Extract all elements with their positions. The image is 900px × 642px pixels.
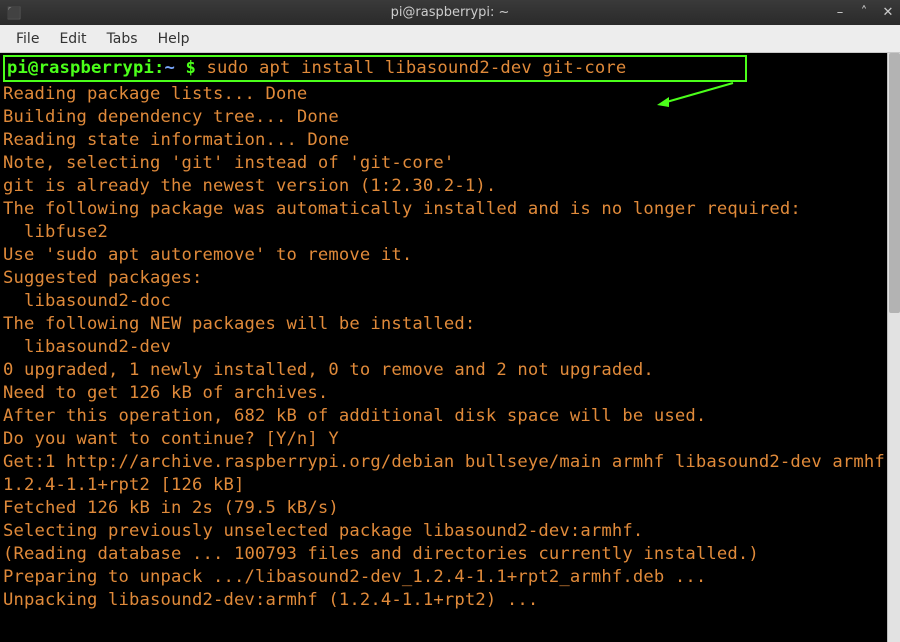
output-line: Reading state information... Done xyxy=(3,130,349,150)
prompt-sep: : xyxy=(154,58,165,78)
output-line: Preparing to unpack .../libasound2-dev_1… xyxy=(3,567,706,587)
window-controls: – ˄ ✕ xyxy=(832,5,896,21)
terminal[interactable]: pi@raspberrypi:~ $ sudo apt install liba… xyxy=(0,53,900,642)
output-line: Use 'sudo apt autoremove' to remove it. xyxy=(3,245,412,265)
app-icon: ⬛ xyxy=(6,5,22,21)
scrollbar[interactable] xyxy=(887,53,900,642)
output-line: libfuse2 xyxy=(3,222,108,242)
prompt-dollar: $ xyxy=(175,58,207,78)
output-line: Unpacking libasound2-dev:armhf (1.2.4-1.… xyxy=(3,590,538,610)
output-line: Need to get 126 kB of archives. xyxy=(3,383,328,403)
output-line: Note, selecting 'git' instead of 'git-co… xyxy=(3,153,454,173)
output-line: git is already the newest version (1:2.3… xyxy=(3,176,496,196)
output-line: The following package was automatically … xyxy=(3,199,801,219)
menubar: File Edit Tabs Help xyxy=(0,25,900,53)
prompt-userhost: pi@raspberrypi xyxy=(7,58,154,78)
menu-tabs[interactable]: Tabs xyxy=(97,27,148,51)
output-line: After this operation, 682 kB of addition… xyxy=(3,406,706,426)
titlebar: ⬛ pi@raspberrypi: ~ – ˄ ✕ xyxy=(0,0,900,25)
prompt-highlight-box: pi@raspberrypi:~ $ sudo apt install liba… xyxy=(3,55,747,82)
output-line: Building dependency tree... Done xyxy=(3,107,339,127)
menu-help[interactable]: Help xyxy=(148,27,200,51)
output-line: 0 upgraded, 1 newly installed, 0 to remo… xyxy=(3,360,654,380)
output-line: Selecting previously unselected package … xyxy=(3,521,643,541)
prompt-path: ~ xyxy=(164,58,175,78)
output-line: Fetched 126 kB in 2s (79.5 kB/s) xyxy=(3,498,339,518)
output-line: Suggested packages: xyxy=(3,268,202,288)
window-title: pi@raspberrypi: ~ xyxy=(391,5,510,20)
output-line: libasound2-doc xyxy=(3,291,171,311)
menu-file[interactable]: File xyxy=(6,27,49,51)
close-button[interactable]: ✕ xyxy=(880,5,896,21)
scrollbar-thumb[interactable] xyxy=(889,53,900,313)
output-line: Get:1 http://archive.raspberrypi.org/deb… xyxy=(3,452,895,495)
output-line: The following NEW packages will be insta… xyxy=(3,314,475,334)
output-line: Reading package lists... Done xyxy=(3,84,307,104)
output-line: Do you want to continue? [Y/n] Y xyxy=(3,429,339,449)
minimize-button[interactable]: – xyxy=(832,5,848,21)
output-line: libasound2-dev xyxy=(3,337,171,357)
command-text: sudo apt install libasound2-dev git-core xyxy=(206,58,626,78)
output-line: (Reading database ... 100793 files and d… xyxy=(3,544,759,564)
maximize-button[interactable]: ˄ xyxy=(856,5,872,21)
menu-edit[interactable]: Edit xyxy=(49,27,96,51)
annotation-arrow-icon xyxy=(655,81,735,111)
